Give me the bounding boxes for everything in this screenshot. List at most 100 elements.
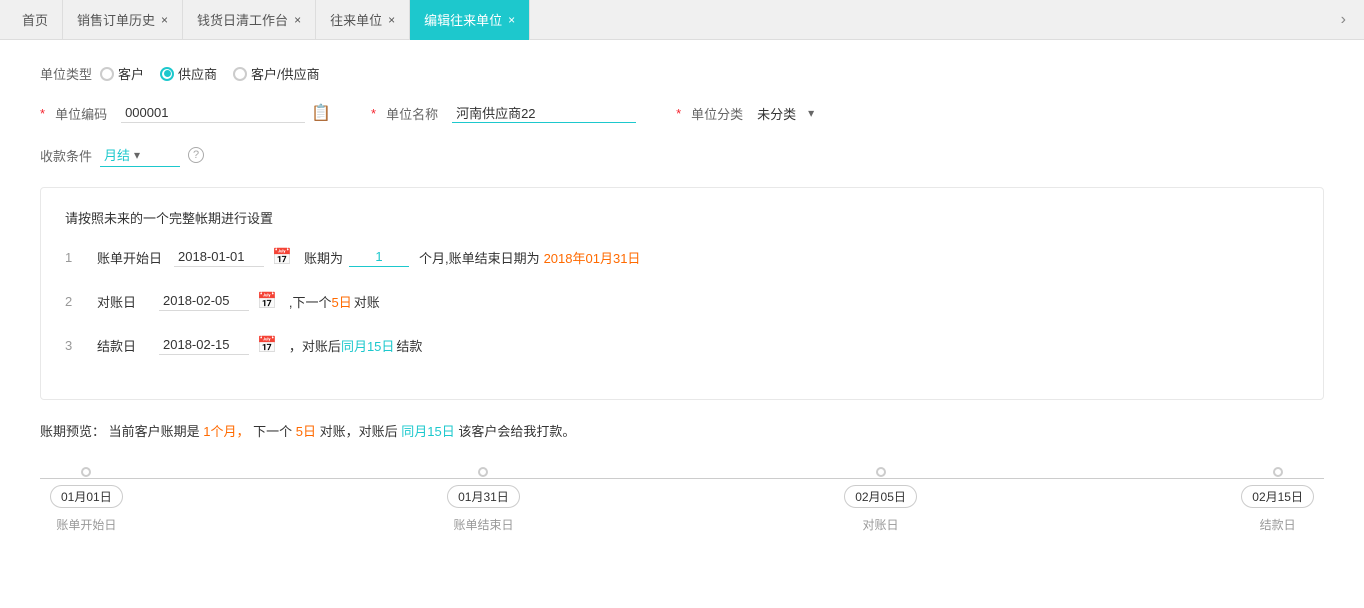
period-cal-icon-3[interactable]: 📅 bbox=[257, 335, 277, 355]
tl-badge-1: 01月31日 bbox=[447, 485, 520, 508]
tab-partner[interactable]: 往来单位 × bbox=[316, 0, 410, 40]
period-settings-box: 请按照未来的一个完整帐期进行设置 1 账单开始日 📅 账期为 个月,账单结束日期… bbox=[40, 187, 1324, 400]
unit-name-input[interactable] bbox=[452, 103, 636, 123]
tl-sublabel-2: 对账日 bbox=[863, 516, 899, 533]
payment-terms-dropdown-icon: ▾ bbox=[134, 148, 140, 162]
unit-code-label: 单位编码 bbox=[55, 104, 107, 123]
tab-edit-partner-close[interactable]: × bbox=[508, 13, 515, 27]
tl-item-3: 02月15日 结款日 bbox=[1241, 467, 1314, 533]
payment-terms-row: 收款条件 月结 ▾ ? bbox=[40, 143, 1324, 167]
preview-label: 账期预览： bbox=[40, 424, 105, 439]
radio-supplier-label: 供应商 bbox=[178, 64, 217, 83]
period-num-3: 3 bbox=[65, 338, 85, 353]
tl-sublabel-3: 结款日 bbox=[1260, 516, 1296, 533]
preview-section: 账期预览： 当前客户账期是 1个月， 下一个 5日 对账，对账后 同月15日 该… bbox=[40, 420, 1324, 443]
period-suffix-text-3: 结款 bbox=[396, 336, 422, 355]
period-label-3: 结款日 bbox=[97, 336, 147, 355]
radio-customer-label: 客户 bbox=[118, 64, 144, 83]
radio-both-circle bbox=[233, 67, 247, 81]
unit-category-dropdown-icon[interactable]: ▾ bbox=[808, 106, 814, 120]
tl-dot-1 bbox=[478, 467, 488, 477]
tl-badge-3: 02月15日 bbox=[1241, 485, 1314, 508]
tab-sales-history-close[interactable]: × bbox=[161, 13, 168, 27]
timeline: 01月01日 账单开始日 01月31日 账单结束日 02月05日 对账日 02月… bbox=[40, 467, 1324, 533]
period-label-1: 账单开始日 bbox=[97, 248, 162, 267]
unit-info-row: * 单位编码 📋 * 单位名称 * 单位分类 未分类 ▾ bbox=[40, 103, 1324, 123]
unit-type-radio-group: 客户 供应商 客户/供应商 bbox=[100, 64, 320, 83]
period-date-input-1[interactable] bbox=[174, 247, 264, 267]
radio-supplier[interactable]: 供应商 bbox=[160, 64, 217, 83]
period-highlight-2: 5日 bbox=[332, 292, 352, 311]
help-icon[interactable]: ? bbox=[188, 147, 204, 163]
page-content: 单位类型 客户 供应商 客户/供应商 * 单位编码 📋 * 单位名称 bbox=[0, 40, 1364, 608]
tab-partner-label: 往来单位 bbox=[330, 10, 382, 29]
unit-name-label: 单位名称 bbox=[386, 104, 438, 123]
period-prefix-2: ,下一个 bbox=[289, 292, 332, 311]
unit-name-group: * 单位名称 bbox=[371, 103, 636, 123]
timeline-items: 01月01日 账单开始日 01月31日 账单结束日 02月05日 对账日 02月… bbox=[50, 467, 1314, 533]
period-suffix-text-2: 对账 bbox=[354, 292, 380, 311]
radio-supplier-circle bbox=[160, 67, 174, 81]
tl-item-2: 02月05日 对账日 bbox=[844, 467, 917, 533]
tab-sales-history-label: 销售订单历史 bbox=[77, 10, 155, 29]
period-highlight-3: 同月15日 bbox=[341, 336, 394, 355]
preview-text2: 下一个 bbox=[253, 424, 292, 439]
tabs-bar: 首页 销售订单历史 × 钱货日清工作台 × 往来单位 × 编辑往来单位 × › bbox=[0, 0, 1364, 40]
tab-cash-workbench-label: 钱货日清工作台 bbox=[197, 10, 288, 29]
tab-sales-history[interactable]: 销售订单历史 × bbox=[63, 0, 183, 40]
radio-customer-circle bbox=[100, 67, 114, 81]
period-date-input-2[interactable] bbox=[159, 291, 249, 311]
unit-code-icon[interactable]: 📋 bbox=[311, 103, 331, 123]
payment-terms-value: 月结 bbox=[104, 145, 130, 164]
preview-highlight1: 1个月， bbox=[203, 424, 249, 439]
tl-item-1: 01月31日 账单结束日 bbox=[447, 467, 520, 533]
unit-category-value: 未分类 bbox=[757, 104, 796, 123]
period-row-3: 3 结款日 📅 ，对账后 同月15日 结款 bbox=[65, 335, 1299, 355]
period-row-1: 1 账单开始日 📅 账期为 个月,账单结束日期为 2018年01月31日 bbox=[65, 247, 1299, 267]
tab-home-label: 首页 bbox=[22, 10, 48, 29]
period-cal-icon-1[interactable]: 📅 bbox=[272, 247, 292, 267]
unit-code-input[interactable] bbox=[121, 103, 305, 123]
period-num-1: 1 bbox=[65, 250, 85, 265]
unit-code-star: * bbox=[40, 106, 45, 121]
unit-code-group: * 单位编码 📋 bbox=[40, 103, 331, 123]
tabs-arrow[interactable]: › bbox=[1331, 11, 1356, 29]
unit-name-star: * bbox=[371, 106, 376, 121]
period-label-2: 对账日 bbox=[97, 292, 147, 311]
period-middle-text-1: 账期为 bbox=[304, 248, 343, 267]
payment-terms-label: 收款条件 bbox=[40, 146, 92, 165]
preview-highlight3: 同月15日 bbox=[401, 424, 454, 439]
period-prefix-3: ，对账后 bbox=[289, 336, 341, 355]
tl-item-0: 01月01日 账单开始日 bbox=[50, 467, 123, 533]
period-row-2: 2 对账日 📅 ,下一个 5日 对账 bbox=[65, 291, 1299, 311]
period-months-input[interactable] bbox=[349, 247, 409, 267]
radio-both-label: 客户/供应商 bbox=[251, 64, 320, 83]
period-result-date-1: 2018年01月31日 bbox=[544, 248, 641, 267]
period-date-input-3[interactable] bbox=[159, 335, 249, 355]
radio-both[interactable]: 客户/供应商 bbox=[233, 64, 320, 83]
tab-edit-partner[interactable]: 编辑往来单位 × bbox=[410, 0, 530, 40]
tl-sublabel-0: 账单开始日 bbox=[56, 516, 116, 533]
tl-badge-0: 01月01日 bbox=[50, 485, 123, 508]
period-box-title: 请按照未来的一个完整帐期进行设置 bbox=[65, 208, 1299, 227]
preview-text4: 该客户会给我打款。 bbox=[458, 424, 575, 439]
tl-dot-3 bbox=[1273, 467, 1283, 477]
tab-cash-workbench-close[interactable]: × bbox=[294, 13, 301, 27]
tl-badge-2: 02月05日 bbox=[844, 485, 917, 508]
tl-sublabel-1: 账单结束日 bbox=[453, 516, 513, 533]
tab-edit-partner-label: 编辑往来单位 bbox=[424, 10, 502, 29]
tl-dot-2 bbox=[876, 467, 886, 477]
preview-highlight2: 5日 bbox=[296, 424, 316, 439]
preview-text3: 对账，对账后 bbox=[320, 424, 398, 439]
radio-customer[interactable]: 客户 bbox=[100, 64, 144, 83]
unit-category-label: 单位分类 bbox=[691, 104, 743, 123]
payment-terms-select[interactable]: 月结 ▾ bbox=[100, 143, 180, 167]
period-cal-icon-2[interactable]: 📅 bbox=[257, 291, 277, 311]
period-num-2: 2 bbox=[65, 294, 85, 309]
tab-cash-workbench[interactable]: 钱货日清工作台 × bbox=[183, 0, 316, 40]
tab-partner-close[interactable]: × bbox=[388, 13, 395, 27]
preview-text-before: 当前客户账期是 bbox=[109, 424, 200, 439]
period-suffix-1: 个月,账单结束日期为 bbox=[419, 248, 540, 267]
tab-home[interactable]: 首页 bbox=[8, 0, 63, 40]
unit-type-row: 单位类型 客户 供应商 客户/供应商 bbox=[40, 64, 1324, 83]
